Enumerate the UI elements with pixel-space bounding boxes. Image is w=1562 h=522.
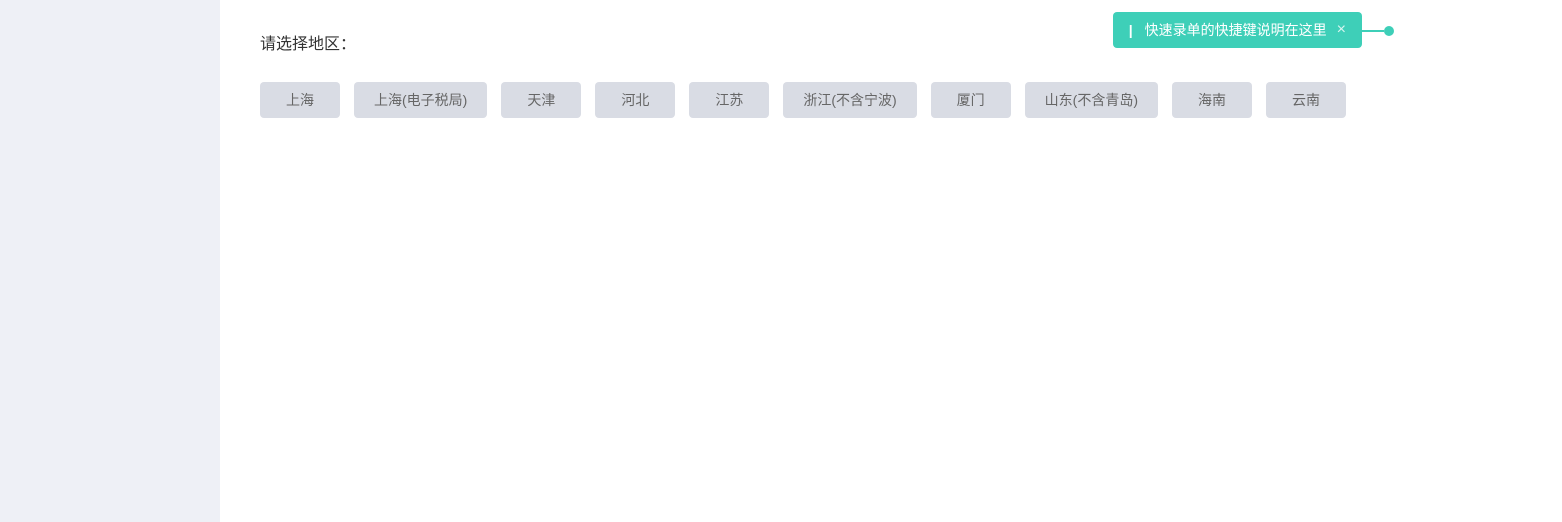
tooltip-close-button[interactable]: × <box>1337 22 1346 38</box>
region-button-5[interactable]: 浙江(不含宁波) <box>783 82 916 118</box>
sidebar <box>0 0 220 522</box>
region-button-3[interactable]: 河北 <box>595 82 675 118</box>
tooltip-line <box>1362 30 1384 32</box>
region-button-9[interactable]: 云南 <box>1266 82 1346 118</box>
region-button-0[interactable]: 上海 <box>260 82 340 118</box>
region-buttons: 上海上海(电子税局) 天津河北江苏浙江(不含宁波) 厦门山东(不含青岛) 海南云南 <box>260 82 1522 118</box>
region-button-2[interactable]: 天津 <box>501 82 581 118</box>
tooltip-text: 快速录单的快捷键说明在这里 <box>1145 20 1327 40</box>
region-button-8[interactable]: 海南 <box>1172 82 1252 118</box>
tooltip-bubble: 快速录单的快捷键说明在这里 × <box>1113 12 1362 48</box>
region-button-4[interactable]: 江苏 <box>689 82 769 118</box>
region-button-6[interactable]: 厦门 <box>931 82 1011 118</box>
main-content: 请选择地区： 上海上海(电子税局)天津河北江苏浙江(不含宁波)厦门山东(不含青岛… <box>220 0 1562 522</box>
region-button-7[interactable]: 山东(不含青岛) <box>1025 82 1158 118</box>
region-button-1[interactable]: 上海(电子税局) <box>354 82 487 118</box>
tooltip-dot <box>1384 26 1394 36</box>
